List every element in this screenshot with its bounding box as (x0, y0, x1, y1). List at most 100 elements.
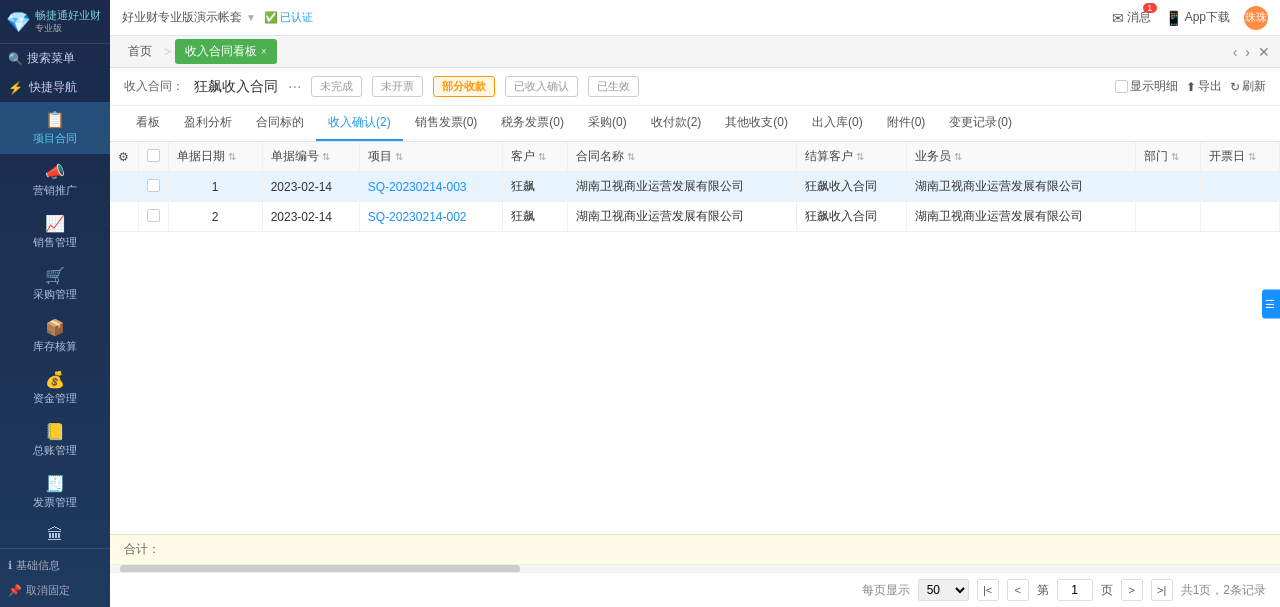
next-tab-button[interactable]: › (1245, 44, 1250, 60)
tab-contract_obj[interactable]: 合同标的 (244, 106, 316, 141)
scroll-thumb[interactable] (120, 565, 520, 572)
row-project-0: 狂飙 (503, 172, 567, 202)
home-tab[interactable]: 首页 (120, 39, 160, 64)
row-checkbox-0[interactable] (138, 172, 168, 202)
prev-tab-button[interactable]: ‹ (1233, 44, 1238, 60)
sidebar-search-label: 搜索菜单 (27, 50, 75, 67)
tab-separator: > (164, 45, 171, 59)
table-row[interactable]: 2 2023-02-14 SQ-20230214-002 狂飙 湖南卫视商业运营… (110, 202, 1280, 232)
last-page-button[interactable]: >| (1151, 579, 1173, 601)
sort-sales-icon[interactable]: ⇅ (954, 151, 962, 162)
contract-prefix: 收入合同： (124, 78, 184, 95)
tab-attachment[interactable]: 附件(0) (875, 106, 938, 141)
sidebar-item-tax[interactable]: 🏛 税务管理 (0, 518, 110, 548)
row-docno-1[interactable]: SQ-20230214-002 (359, 202, 502, 232)
app-download-button[interactable]: 📱 App下载 (1165, 9, 1230, 26)
sales-icon: 📈 (45, 214, 65, 233)
sidebar-item-invoice[interactable]: 🧾 发票管理 (0, 466, 110, 518)
gear-icon[interactable]: ⚙ (118, 150, 129, 164)
table-header-row: ⚙ 单据日期⇅ 单据编号⇅ 项目⇅ 客户⇅ 合同名称⇅ 结算客户⇅ 业务员⇅ 部… (110, 142, 1280, 172)
table-row[interactable]: 1 2023-02-14 SQ-20230214-003 狂飙 湖南卫视商业运营… (110, 172, 1280, 202)
income-contract-board-tab[interactable]: 收入合同看板 × (175, 39, 277, 64)
sum-row: 合计： (110, 534, 1280, 564)
show-detail-checkbox[interactable]: 显示明细 (1115, 78, 1178, 95)
avatar-name: 珠珠 (1245, 10, 1267, 25)
page-number-input[interactable]: 1 (1057, 579, 1093, 601)
sidebar-item-inventory[interactable]: 📦 库存核算 (0, 310, 110, 362)
status-confirmed-btn[interactable]: 已收入确认 (505, 76, 578, 97)
tab-kanban[interactable]: 看板 (124, 106, 172, 141)
sidebar-item-ledger-label: 总账管理 (33, 443, 77, 458)
right-panel-toggle[interactable]: ☰ (1262, 289, 1280, 318)
status-noissue-btn[interactable]: 未开票 (372, 76, 423, 97)
message-icon: ✉ (1112, 10, 1124, 26)
sidebar-item-marketing-label: 营销推广 (33, 183, 77, 198)
first-page-button[interactable]: |< (977, 579, 999, 601)
message-badge: 1 (1143, 3, 1157, 13)
tab-profit[interactable]: 盈利分析 (172, 106, 244, 141)
sort-invoice-date-icon[interactable]: ⇅ (1248, 151, 1256, 162)
sort-customer-icon[interactable]: ⇅ (538, 151, 546, 162)
page-prefix: 第 (1037, 582, 1049, 599)
verified-badge: ✅ 已认证 (264, 10, 313, 25)
sort-project-icon[interactable]: ⇅ (395, 151, 403, 162)
next-page-button[interactable]: > (1121, 579, 1143, 601)
unpin-icon: 📌 (8, 584, 22, 597)
message-button[interactable]: ✉ 1 消息 (1112, 9, 1151, 26)
sidebar-unpin-label: 取消固定 (26, 583, 70, 598)
sidebar-item-unpin[interactable]: 📌 取消固定 (0, 578, 110, 603)
sidebar-item-purchase-label: 采购管理 (33, 287, 77, 302)
show-detail-label: 显示明细 (1130, 78, 1178, 95)
row-date-1: 2023-02-14 (262, 202, 359, 232)
status-incomplete-btn[interactable]: 未完成 (311, 76, 362, 97)
per-page-select[interactable]: 50 20 100 (918, 579, 969, 601)
sidebar-item-finance[interactable]: 💰 资金管理 (0, 362, 110, 414)
tab-warehouse[interactable]: 出入库(0) (800, 106, 875, 141)
close-all-tabs-button[interactable]: ✕ (1258, 44, 1270, 60)
sidebar-item-sales[interactable]: 📈 销售管理 (0, 206, 110, 258)
sidebar-item-ledger[interactable]: 📒 总账管理 (0, 414, 110, 466)
sidebar-item-nav[interactable]: ⚡ 快捷导航 (0, 73, 110, 102)
mobile-icon: 📱 (1165, 10, 1182, 26)
contract-more-button[interactable]: ··· (288, 78, 301, 96)
sidebar-item-base-info[interactable]: ℹ 基础信息 (0, 553, 110, 578)
sort-date-icon[interactable]: ⇅ (228, 151, 236, 162)
export-button[interactable]: ⬆ 导出 (1186, 78, 1222, 95)
tab-purchase[interactable]: 采购(0) (576, 106, 639, 141)
row-checkbox-1[interactable] (138, 202, 168, 232)
topbar: 好业财专业版演示帐套 ▼ ✅ 已认证 ✉ 1 消息 📱 App下载 珠珠 (110, 0, 1280, 36)
user-avatar[interactable]: 珠珠 (1244, 6, 1268, 30)
row-docno-0[interactable]: SQ-20230214-003 (359, 172, 502, 202)
app-name: 畅捷通好业财 (35, 8, 101, 22)
row-customer-0: 湖南卫视商业运营发展有限公司 (567, 172, 796, 202)
logo-icon: 💎 (6, 10, 31, 34)
sidebar-item-purchase[interactable]: 🛒 采购管理 (0, 258, 110, 310)
sidebar-item-marketing[interactable]: 📣 营销推广 (0, 154, 110, 206)
tab-income_confirm[interactable]: 收入确认(2) (316, 106, 403, 141)
prev-page-button[interactable]: < (1007, 579, 1029, 601)
select-all-checkbox[interactable] (147, 149, 160, 162)
sidebar-base-info-label: 基础信息 (16, 558, 60, 573)
ledger-icon: 📒 (45, 422, 65, 441)
sidebar-item-finance-label: 资金管理 (33, 391, 77, 406)
company-name: 好业财专业版演示帐套 (122, 9, 242, 26)
tab-tax_invoice[interactable]: 税务发票(0) (489, 106, 576, 141)
tab-payment[interactable]: 收付款(2) (639, 106, 714, 141)
company-selector[interactable]: 好业财专业版演示帐套 ▼ (122, 9, 256, 26)
sort-contract-name-icon[interactable]: ⇅ (627, 151, 635, 162)
status-active-btn[interactable]: 已生效 (588, 76, 639, 97)
sort-docno-icon[interactable]: ⇅ (322, 151, 330, 162)
sidebar-item-search[interactable]: 🔍 搜索菜单 (0, 44, 110, 73)
tab-change_log[interactable]: 变更记录(0) (937, 106, 1024, 141)
status-partial-btn[interactable]: 部分收款 (433, 76, 495, 97)
tab-other[interactable]: 其他收支(0) (713, 106, 800, 141)
sidebar-item-contract[interactable]: 📋 项目合同 (0, 102, 110, 154)
row-dept-0 (1200, 172, 1279, 202)
sort-dept-icon[interactable]: ⇅ (1171, 151, 1179, 162)
topbar-right: ✉ 1 消息 📱 App下载 珠珠 (1112, 6, 1268, 30)
tab-sales_invoice[interactable]: 销售发票(0) (403, 106, 490, 141)
refresh-button[interactable]: ↻ 刷新 (1230, 78, 1266, 95)
sort-settle-icon[interactable]: ⇅ (856, 151, 864, 162)
table-scroll-bar[interactable] (110, 564, 1280, 572)
close-tab-button[interactable]: × (261, 46, 267, 57)
